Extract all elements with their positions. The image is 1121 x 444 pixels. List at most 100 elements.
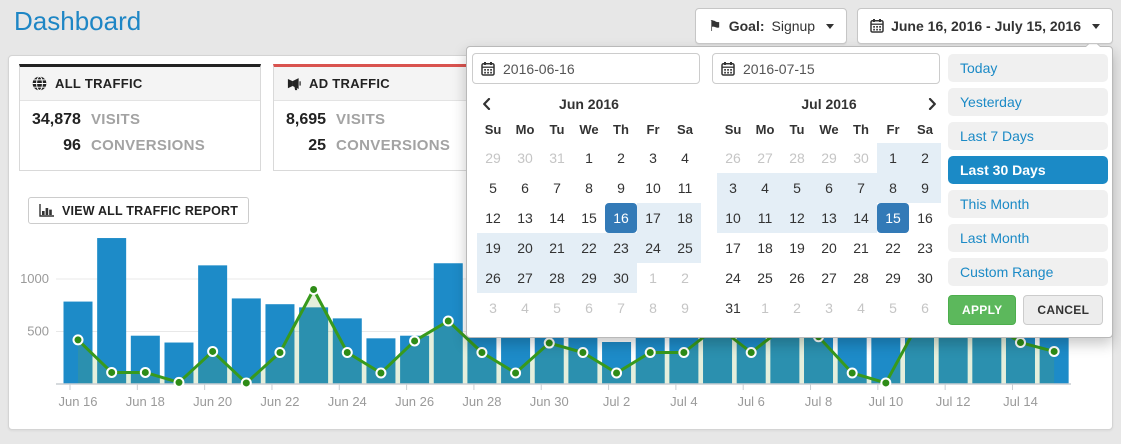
calendar-day[interactable]: 6 — [509, 173, 541, 203]
calendar-day[interactable]: 27 — [509, 263, 541, 293]
calendar-day[interactable]: 2 — [781, 293, 813, 323]
calendar-day[interactable]: 14 — [845, 203, 877, 233]
cancel-button[interactable]: CANCEL — [1023, 295, 1103, 325]
calendar-day[interactable]: 5 — [781, 173, 813, 203]
calendar-day[interactable]: 5 — [477, 173, 509, 203]
calendar-day[interactable]: 18 — [669, 203, 701, 233]
calendar-day[interactable]: 12 — [781, 203, 813, 233]
calendar-day[interactable]: 27 — [749, 143, 781, 173]
calendar-day[interactable]: 20 — [509, 233, 541, 263]
calendar-day[interactable]: 4 — [845, 293, 877, 323]
calendar-day[interactable]: 16 — [605, 203, 637, 233]
calendar-day[interactable]: 29 — [573, 263, 605, 293]
calendar-day[interactable]: 31 — [541, 143, 573, 173]
calendar-day[interactable]: 3 — [813, 293, 845, 323]
calendar-day[interactable]: 9 — [669, 293, 701, 323]
preset-this-month[interactable]: This Month — [948, 190, 1108, 218]
calendar-day[interactable]: 28 — [781, 143, 813, 173]
calendar-day[interactable]: 19 — [781, 233, 813, 263]
preset-today[interactable]: Today — [948, 54, 1108, 82]
calendar-day[interactable]: 30 — [509, 143, 541, 173]
calendar-day[interactable]: 4 — [509, 293, 541, 323]
calendar-next-button[interactable] — [920, 92, 944, 116]
calendar-day[interactable]: 6 — [909, 293, 941, 323]
calendar-day[interactable]: 1 — [573, 143, 605, 173]
calendar-day[interactable]: 21 — [541, 233, 573, 263]
calendar-day[interactable]: 1 — [877, 143, 909, 173]
calendar-day[interactable]: 22 — [573, 233, 605, 263]
calendar-prev-button[interactable] — [474, 92, 498, 116]
calendar-day[interactable]: 13 — [509, 203, 541, 233]
calendar-day[interactable]: 2 — [909, 143, 941, 173]
calendar-day[interactable]: 15 — [573, 203, 605, 233]
calendar-day[interactable]: 12 — [477, 203, 509, 233]
calendar-day[interactable]: 28 — [541, 263, 573, 293]
view-all-traffic-report-button[interactable]: VIEW ALL TRAFFIC REPORT — [28, 197, 249, 224]
calendar-day[interactable]: 5 — [877, 293, 909, 323]
goal-dropdown-button[interactable]: ⚑ Goal: Signup — [695, 8, 847, 44]
calendar-day[interactable]: 9 — [909, 173, 941, 203]
calendar-day[interactable]: 7 — [541, 173, 573, 203]
calendar-day[interactable]: 30 — [909, 263, 941, 293]
calendar-day[interactable]: 3 — [717, 173, 749, 203]
calendar-day[interactable]: 2 — [669, 263, 701, 293]
calendar-day[interactable]: 13 — [813, 203, 845, 233]
calendar-day[interactable]: 21 — [845, 233, 877, 263]
calendar-day[interactable]: 10 — [637, 173, 669, 203]
calendar-day[interactable]: 26 — [477, 263, 509, 293]
calendar-day[interactable]: 10 — [717, 203, 749, 233]
calendar-day[interactable]: 17 — [637, 203, 669, 233]
calendar-day[interactable]: 23 — [605, 233, 637, 263]
calendar-day[interactable]: 8 — [637, 293, 669, 323]
calendar-day[interactable]: 24 — [717, 263, 749, 293]
calendar-day[interactable]: 4 — [749, 173, 781, 203]
calendar-day[interactable]: 17 — [717, 233, 749, 263]
calendar-day[interactable]: 19 — [477, 233, 509, 263]
preset-custom-range[interactable]: Custom Range — [948, 258, 1108, 286]
preset-last-30-days[interactable]: Last 30 Days — [948, 156, 1108, 184]
calendar-day[interactable]: 16 — [909, 203, 941, 233]
preset-last-7-days[interactable]: Last 7 Days — [948, 122, 1108, 150]
calendar-day[interactable]: 1 — [749, 293, 781, 323]
calendar-day[interactable]: 4 — [669, 143, 701, 173]
calendar-day[interactable]: 26 — [781, 263, 813, 293]
calendar-day[interactable]: 23 — [909, 233, 941, 263]
calendar-day[interactable]: 9 — [605, 173, 637, 203]
calendar-day[interactable]: 30 — [605, 263, 637, 293]
calendar-day[interactable]: 28 — [845, 263, 877, 293]
calendar-day[interactable]: 29 — [477, 143, 509, 173]
calendar-day[interactable]: 26 — [717, 143, 749, 173]
calendar-day[interactable]: 29 — [813, 143, 845, 173]
calendar-day[interactable]: 20 — [813, 233, 845, 263]
calendar-day[interactable]: 27 — [813, 263, 845, 293]
calendar-day[interactable]: 14 — [541, 203, 573, 233]
calendar-day[interactable]: 24 — [637, 233, 669, 263]
apply-button[interactable]: APPLY — [948, 295, 1016, 325]
calendar-day[interactable]: 6 — [573, 293, 605, 323]
start-date-input[interactable] — [472, 53, 700, 84]
calendar-day[interactable]: 31 — [717, 293, 749, 323]
calendar-day[interactable]: 3 — [477, 293, 509, 323]
calendar-day[interactable]: 2 — [605, 143, 637, 173]
date-range-button[interactable]: June 16, 2016 - July 15, 2016 — [857, 8, 1113, 44]
calendar-day[interactable]: 30 — [845, 143, 877, 173]
calendar-day[interactable]: 3 — [637, 143, 669, 173]
calendar-day[interactable]: 8 — [877, 173, 909, 203]
calendar-day[interactable]: 7 — [605, 293, 637, 323]
calendar-day[interactable]: 29 — [877, 263, 909, 293]
calendar-day[interactable]: 7 — [845, 173, 877, 203]
calendar-day[interactable]: 5 — [541, 293, 573, 323]
calendar-day[interactable]: 1 — [637, 263, 669, 293]
calendar-day[interactable]: 25 — [749, 263, 781, 293]
calendar-day[interactable]: 22 — [877, 233, 909, 263]
calendar-day[interactable]: 11 — [669, 173, 701, 203]
calendar-day[interactable]: 15 — [877, 203, 909, 233]
calendar-day[interactable]: 11 — [749, 203, 781, 233]
preset-yesterday[interactable]: Yesterday — [948, 88, 1108, 116]
calendar-day[interactable]: 25 — [669, 233, 701, 263]
end-date-input[interactable] — [712, 53, 940, 84]
calendar-day[interactable]: 8 — [573, 173, 605, 203]
calendar-day[interactable]: 6 — [813, 173, 845, 203]
calendar-day[interactable]: 18 — [749, 233, 781, 263]
preset-last-month[interactable]: Last Month — [948, 224, 1108, 252]
